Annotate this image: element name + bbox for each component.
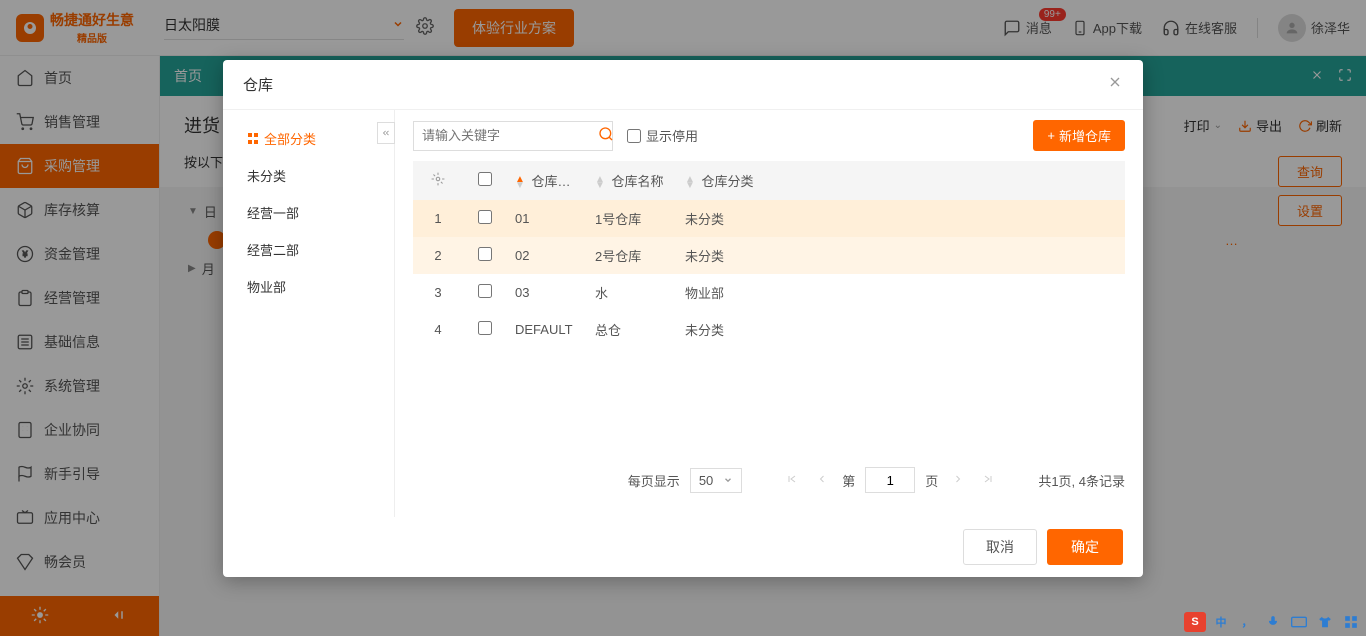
cell-name: 总仓: [587, 311, 677, 348]
col-settings[interactable]: [413, 161, 463, 200]
modal-main: 显示停用 + 新增仓库: [395, 110, 1143, 517]
cell-category: 物业部: [677, 274, 1125, 311]
table-row[interactable]: 1 01 1号仓库 未分类: [413, 200, 1125, 237]
cell-category: 未分类: [677, 237, 1125, 274]
chevron-left-icon: [816, 473, 828, 485]
page-input[interactable]: [865, 467, 915, 493]
row-checkbox[interactable]: [478, 321, 492, 335]
sort-icon: ▲▼: [685, 177, 695, 189]
pagination: 每页显示 50 第 页: [413, 453, 1125, 507]
page-prefix: 第: [842, 471, 855, 490]
row-checkbox[interactable]: [478, 210, 492, 224]
row-checkbox[interactable]: [478, 247, 492, 261]
cell-category: 未分类: [677, 200, 1125, 237]
col-category-label: 仓库分类: [702, 174, 754, 189]
add-warehouse-label: 新增仓库: [1059, 126, 1111, 145]
ime-bar: S 中 ，: [1184, 612, 1362, 632]
cell-name: 1号仓库: [587, 200, 677, 237]
page-summary: 共1页, 4条记录: [1038, 471, 1125, 490]
first-page-button[interactable]: [782, 473, 802, 488]
modal-header: 仓库: [223, 60, 1143, 110]
category-item-1[interactable]: 经营一部: [223, 194, 394, 231]
warehouse-table: ▲▼ 仓库… ▲▼ 仓库名称 ▲▼ 仓库分类: [413, 161, 1125, 348]
modal-overlay: 仓库 全部分类 未分类 经营一部 经营二部 物业部: [0, 0, 1366, 636]
search-box: [413, 121, 613, 151]
select-all-checkbox[interactable]: [478, 172, 492, 186]
show-disabled-checkbox-wrap[interactable]: 显示停用: [627, 126, 698, 145]
category-item-2[interactable]: 经营二部: [223, 231, 394, 268]
grid-icon: [1344, 615, 1358, 629]
col-category-header[interactable]: ▲▼ 仓库分类: [677, 161, 1125, 200]
prev-page-button[interactable]: [812, 473, 832, 488]
category-all-label: 全部分类: [264, 129, 316, 148]
close-icon: [1107, 74, 1123, 90]
modal-toolbar: 显示停用 + 新增仓库: [413, 120, 1125, 151]
table-header-row: ▲▼ 仓库… ▲▼ 仓库名称 ▲▼ 仓库分类: [413, 161, 1125, 200]
cell-code: 02: [507, 237, 587, 274]
ime-tool-button[interactable]: [1340, 612, 1362, 632]
show-disabled-label: 显示停用: [646, 126, 698, 145]
cell-name: 水: [587, 274, 677, 311]
next-page-button[interactable]: [948, 473, 968, 488]
plus-icon: +: [1047, 128, 1055, 143]
col-name-label: 仓库名称: [612, 174, 664, 189]
collapse-sidebar-button[interactable]: [377, 122, 395, 144]
show-disabled-checkbox[interactable]: [627, 129, 641, 143]
ime-mode-button[interactable]: 中: [1210, 612, 1232, 632]
ime-punct-button[interactable]: ，: [1236, 612, 1258, 632]
cell-index: 3: [413, 274, 463, 311]
mic-icon: [1266, 615, 1280, 629]
cancel-button[interactable]: 取消: [963, 529, 1037, 565]
keyboard-icon: [1291, 616, 1307, 628]
cell-code: 01: [507, 200, 587, 237]
confirm-button[interactable]: 确定: [1047, 529, 1123, 565]
category-all[interactable]: 全部分类: [223, 120, 394, 157]
warehouse-modal: 仓库 全部分类 未分类 经营一部 经营二部 物业部: [223, 60, 1143, 577]
cell-index: 4: [413, 311, 463, 348]
category-item-0[interactable]: 未分类: [223, 157, 394, 194]
search-input[interactable]: [422, 128, 598, 143]
category-item-3[interactable]: 物业部: [223, 268, 394, 305]
row-checkbox[interactable]: [478, 284, 492, 298]
cell-category: 未分类: [677, 311, 1125, 348]
add-warehouse-button[interactable]: + 新增仓库: [1033, 120, 1125, 151]
page-suffix: 页: [925, 471, 938, 490]
cell-index: 1: [413, 200, 463, 237]
last-page-icon: [982, 473, 994, 485]
modal-footer: 取消 确定: [223, 517, 1143, 577]
page-size-value: 50: [699, 473, 713, 488]
col-code-label: 仓库…: [532, 174, 571, 189]
page-size-select[interactable]: 50: [690, 468, 742, 493]
ime-sogou-icon[interactable]: S: [1184, 612, 1206, 632]
tshirt-icon: [1318, 615, 1332, 629]
table-row[interactable]: 2 02 2号仓库 未分类: [413, 237, 1125, 274]
gear-icon: [431, 172, 445, 186]
category-sidebar: 全部分类 未分类 经营一部 经营二部 物业部: [223, 110, 395, 517]
last-page-button[interactable]: [978, 473, 998, 488]
ime-voice-button[interactable]: [1262, 612, 1284, 632]
first-page-icon: [786, 473, 798, 485]
col-name-header[interactable]: ▲▼ 仓库名称: [587, 161, 677, 200]
col-code-header[interactable]: ▲▼ 仓库…: [507, 161, 587, 200]
cell-code: 03: [507, 274, 587, 311]
chevron-left-double-icon: [381, 128, 391, 138]
modal-title: 仓库: [243, 74, 273, 95]
search-button[interactable]: [598, 126, 614, 145]
search-icon: [598, 126, 614, 142]
cell-index: 2: [413, 237, 463, 274]
ime-kb-button[interactable]: [1288, 612, 1310, 632]
table-row[interactable]: 3 03 水 物业部: [413, 274, 1125, 311]
grid-icon: [247, 132, 258, 145]
close-button[interactable]: [1107, 74, 1123, 95]
table-row[interactable]: 4 DEFAULT 总仓 未分类: [413, 311, 1125, 348]
cell-name: 2号仓库: [587, 237, 677, 274]
chevron-down-icon: [723, 475, 733, 485]
chevron-right-icon: [952, 473, 964, 485]
cell-code: DEFAULT: [507, 311, 587, 348]
sort-icon: ▲▼: [515, 177, 525, 189]
per-page-label: 每页显示: [628, 471, 680, 490]
sort-icon: ▲▼: [595, 177, 605, 189]
ime-skin-button[interactable]: [1314, 612, 1336, 632]
